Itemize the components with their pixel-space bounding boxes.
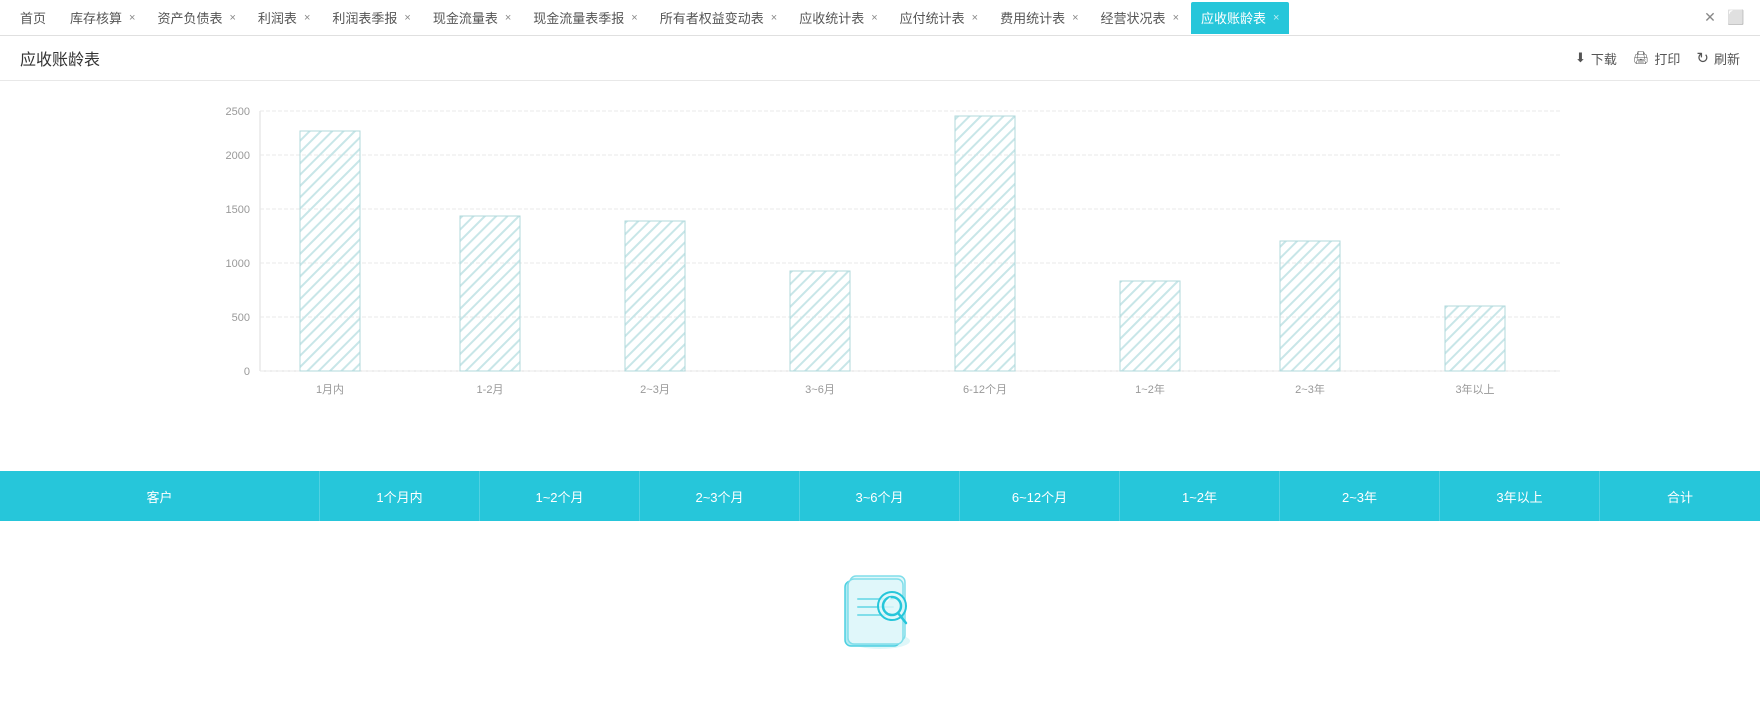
svg-text:2~3年: 2~3年 xyxy=(1295,382,1325,396)
bar-8 xyxy=(1445,306,1505,371)
tab-close-profit[interactable]: × xyxy=(304,12,310,24)
main-content: 0 500 1000 1500 2000 2500 xyxy=(0,81,1760,721)
tab-profit[interactable]: 利润表 × xyxy=(248,2,320,34)
tab-ar-aging[interactable]: 应收账龄表 × xyxy=(1191,2,1289,34)
download-button[interactable]: ⬇ 下载 xyxy=(1575,49,1617,68)
tab-ap-stats[interactable]: 应付统计表 × xyxy=(890,2,988,34)
print-icon: 🖨 xyxy=(1633,50,1650,66)
tab-equity[interactable]: 所有者权益变动表 × xyxy=(650,2,787,34)
maximize-button[interactable]: ⬜ xyxy=(1728,10,1744,26)
bar-1 xyxy=(300,131,360,371)
bar-3 xyxy=(625,221,685,371)
th-1-2years: 1~2年 xyxy=(1120,471,1280,521)
bar-5 xyxy=(955,116,1015,371)
svg-text:6-12个月: 6-12个月 xyxy=(963,383,1007,396)
th-6-12months: 6~12个月 xyxy=(960,471,1120,521)
tab-ar-stats[interactable]: 应收统计表 × xyxy=(789,2,887,34)
window-controls: ✕ ⬜ xyxy=(1702,10,1752,26)
tab-close-cashflow-quarterly[interactable]: × xyxy=(631,12,637,24)
svg-text:2~3月: 2~3月 xyxy=(640,384,670,396)
tab-operation[interactable]: 经营状况表 × xyxy=(1091,2,1189,34)
svg-text:0: 0 xyxy=(244,366,250,378)
tab-close-ap-stats[interactable]: × xyxy=(972,12,978,24)
refresh-button[interactable]: ↻ 刷新 xyxy=(1696,49,1740,68)
tab-close-cashflow[interactable]: × xyxy=(505,12,511,24)
svg-text:1月内: 1月内 xyxy=(316,382,344,396)
tab-inventory[interactable]: 库存核算 × xyxy=(60,2,145,34)
download-icon: ⬇ xyxy=(1575,50,1586,66)
bar-6 xyxy=(1120,281,1180,371)
th-total: 合计 xyxy=(1600,471,1760,521)
svg-text:1000: 1000 xyxy=(226,258,250,270)
svg-text:1~2年: 1~2年 xyxy=(1135,382,1165,396)
bar-4 xyxy=(790,271,850,371)
tab-close-profit-quarterly[interactable]: × xyxy=(404,12,410,24)
th-1month: 1个月内 xyxy=(320,471,480,521)
th-1-2months: 1~2个月 xyxy=(480,471,640,521)
tab-close-operation[interactable]: × xyxy=(1173,12,1179,24)
th-2-3months: 2~3个月 xyxy=(640,471,800,521)
tab-close-expense-stats[interactable]: × xyxy=(1072,12,1078,24)
tab-profit-quarterly[interactable]: 利润表季报 × xyxy=(322,2,420,34)
svg-text:3~6月: 3~6月 xyxy=(805,384,835,396)
table-header: 客户 1个月内 1~2个月 2~3个月 3~6个月 6~12个月 1~2年 2~… xyxy=(0,471,1760,521)
tab-cashflow-quarterly[interactable]: 现金流量表季报 × xyxy=(523,2,647,34)
chart-container: 0 500 1000 1500 2000 2500 xyxy=(40,101,1720,441)
svg-text:3年以上: 3年以上 xyxy=(1455,382,1494,396)
svg-text:500: 500 xyxy=(232,312,250,324)
th-customer: 客户 xyxy=(0,471,320,521)
page-title: 应收账龄表 xyxy=(20,46,100,70)
tab-bar: 首页 库存核算 × 资产负债表 × 利润表 × 利润表季报 × 现金流量表 × … xyxy=(0,0,1760,36)
th-3-6months: 3~6个月 xyxy=(800,471,960,521)
refresh-icon: ↻ xyxy=(1696,49,1709,67)
close-button[interactable]: ✕ xyxy=(1702,10,1718,26)
svg-text:1500: 1500 xyxy=(226,204,250,216)
chart-area: 0 500 1000 1500 2000 2500 xyxy=(0,81,1760,471)
page-actions: ⬇ 下载 🖨 打印 ↻ 刷新 xyxy=(1575,49,1740,68)
tab-cashflow[interactable]: 现金流量表 × xyxy=(423,2,521,34)
page-header: 应收账龄表 ⬇ 下载 🖨 打印 ↻ 刷新 xyxy=(0,36,1760,81)
print-button[interactable]: 🖨 打印 xyxy=(1633,49,1681,68)
empty-illustration xyxy=(830,551,930,661)
tab-close-balance[interactable]: × xyxy=(229,12,235,24)
svg-text:2500: 2500 xyxy=(226,106,250,118)
svg-text:1-2月: 1-2月 xyxy=(477,384,504,396)
tab-home[interactable]: 首页 xyxy=(8,8,58,27)
chart-svg: 0 500 1000 1500 2000 2500 xyxy=(40,101,1720,421)
bar-2 xyxy=(460,216,520,371)
tab-balance[interactable]: 资产负债表 × xyxy=(147,2,245,34)
th-3plus-years: 3年以上 xyxy=(1440,471,1600,521)
th-2-3years: 2~3年 xyxy=(1280,471,1440,521)
tab-close-ar-stats[interactable]: × xyxy=(871,12,877,24)
tab-close-equity[interactable]: × xyxy=(771,12,777,24)
tab-close-inventory[interactable]: × xyxy=(129,12,135,24)
svg-text:2000: 2000 xyxy=(226,150,250,162)
bar-7 xyxy=(1280,241,1340,371)
tab-expense-stats[interactable]: 费用统计表 × xyxy=(990,2,1088,34)
empty-state xyxy=(0,521,1760,721)
tab-close-ar-aging[interactable]: × xyxy=(1273,12,1279,24)
